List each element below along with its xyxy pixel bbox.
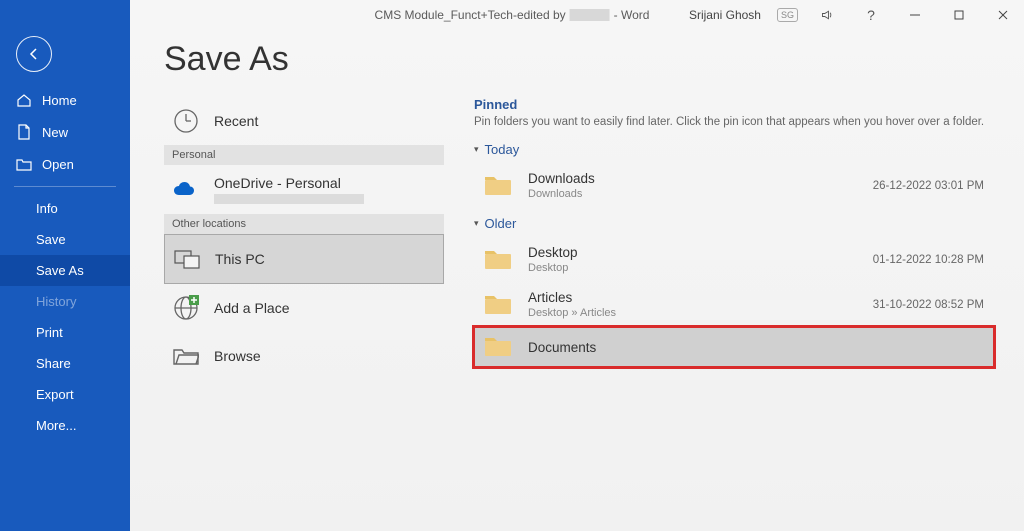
- location-add-place-label: Add a Place: [214, 300, 290, 316]
- folder-desktop[interactable]: Desktop Desktop 01-12-2022 10:28 PM: [474, 237, 994, 282]
- pinned-description: Pin folders you want to easily find late…: [474, 116, 994, 128]
- nav-new-label: New: [42, 125, 68, 140]
- backstage-sidebar: Home New Open Info Save Save As History …: [0, 0, 130, 531]
- browse-folder-icon: [172, 342, 200, 370]
- folder-path: Downloads: [528, 188, 859, 200]
- pinned-heading: Pinned: [474, 97, 994, 112]
- user-name[interactable]: Srijani Ghosh: [689, 8, 761, 22]
- clock-icon: [172, 107, 200, 135]
- nav-divider: [14, 186, 116, 187]
- location-this-pc-label: This PC: [215, 251, 265, 267]
- location-recent[interactable]: Recent: [164, 97, 444, 145]
- redacted-author: [570, 9, 610, 21]
- doc-name-prefix: CMS Module_Funct+Tech-edited by: [375, 8, 566, 22]
- location-browse-label: Browse: [214, 348, 261, 364]
- document-title: CMS Module_Funct+Tech-edited by - Word: [375, 8, 650, 22]
- user-initials-badge[interactable]: SG: [777, 8, 798, 22]
- locations-column: Recent Personal OneDrive - Personal Othe…: [164, 97, 444, 380]
- folder-icon: [484, 174, 514, 198]
- folder-name: Articles: [528, 290, 859, 305]
- this-pc-icon: [173, 245, 201, 273]
- location-add-place[interactable]: Add a Place: [164, 284, 444, 332]
- folder-articles[interactable]: Articles Desktop » Articles 31-10-2022 0…: [474, 282, 994, 327]
- folder-name: Downloads: [528, 171, 859, 186]
- nav-export[interactable]: Export: [0, 379, 130, 410]
- nav-open[interactable]: Open: [0, 148, 130, 180]
- folder-name: Documents: [528, 340, 984, 355]
- nav-share[interactable]: Share: [0, 348, 130, 379]
- help-icon[interactable]: ?: [856, 3, 886, 27]
- folder-icon: [484, 293, 514, 317]
- main-area: Save As Recent Personal OneDrive - Perso…: [130, 0, 1024, 531]
- folder-path: Desktop: [528, 262, 859, 274]
- nav-info[interactable]: Info: [0, 193, 130, 224]
- folder-date: 26-12-2022 03:01 PM: [873, 180, 984, 192]
- nav-home-label: Home: [42, 93, 77, 108]
- folder-downloads[interactable]: Downloads Downloads 26-12-2022 03:01 PM: [474, 163, 994, 208]
- folder-documents[interactable]: Documents: [474, 327, 994, 367]
- location-browse[interactable]: Browse: [164, 332, 444, 380]
- open-folder-icon: [16, 156, 32, 172]
- chevron-down-icon: ▾: [474, 144, 479, 155]
- new-doc-icon: [16, 124, 32, 140]
- onedrive-icon: [172, 176, 200, 204]
- location-onedrive[interactable]: OneDrive - Personal: [164, 165, 444, 214]
- minimize-button[interactable]: [900, 3, 930, 27]
- maximize-button[interactable]: [944, 3, 974, 27]
- group-older[interactable]: ▾ Older: [474, 216, 994, 231]
- folder-date: 01-12-2022 10:28 PM: [873, 254, 984, 266]
- nav-open-label: Open: [42, 157, 74, 172]
- megaphone-icon[interactable]: [812, 3, 842, 27]
- home-icon: [16, 92, 32, 108]
- onedrive-account-redacted: [214, 194, 364, 204]
- title-bar: CMS Module_Funct+Tech-edited by - Word S…: [0, 0, 1024, 30]
- close-button[interactable]: [988, 3, 1018, 27]
- locations-section-personal: Personal: [164, 145, 444, 165]
- folder-icon: [484, 248, 514, 272]
- folders-column: Pinned Pin folders you want to easily fi…: [474, 97, 994, 380]
- folder-name: Desktop: [528, 245, 859, 260]
- group-today-label: Today: [485, 142, 520, 157]
- nav-new[interactable]: New: [0, 116, 130, 148]
- nav-print[interactable]: Print: [0, 317, 130, 348]
- location-this-pc[interactable]: This PC: [164, 234, 444, 284]
- app-name: - Word: [614, 8, 650, 22]
- nav-home[interactable]: Home: [0, 84, 130, 116]
- group-today[interactable]: ▾ Today: [474, 142, 994, 157]
- folder-date: 31-10-2022 08:52 PM: [873, 299, 984, 311]
- back-button[interactable]: [16, 36, 52, 72]
- locations-section-other: Other locations: [164, 214, 444, 234]
- location-onedrive-label: OneDrive - Personal: [214, 175, 364, 191]
- location-recent-label: Recent: [214, 113, 258, 129]
- nav-save-as[interactable]: Save As: [0, 255, 130, 286]
- nav-history[interactable]: History: [0, 286, 130, 317]
- folder-icon: [484, 335, 514, 359]
- group-older-label: Older: [485, 216, 517, 231]
- nav-more[interactable]: More...: [0, 410, 130, 441]
- folder-path: Desktop » Articles: [528, 307, 859, 319]
- chevron-down-icon: ▾: [474, 218, 479, 229]
- nav-save[interactable]: Save: [0, 224, 130, 255]
- page-title: Save As: [164, 40, 994, 79]
- add-place-icon: [172, 294, 200, 322]
